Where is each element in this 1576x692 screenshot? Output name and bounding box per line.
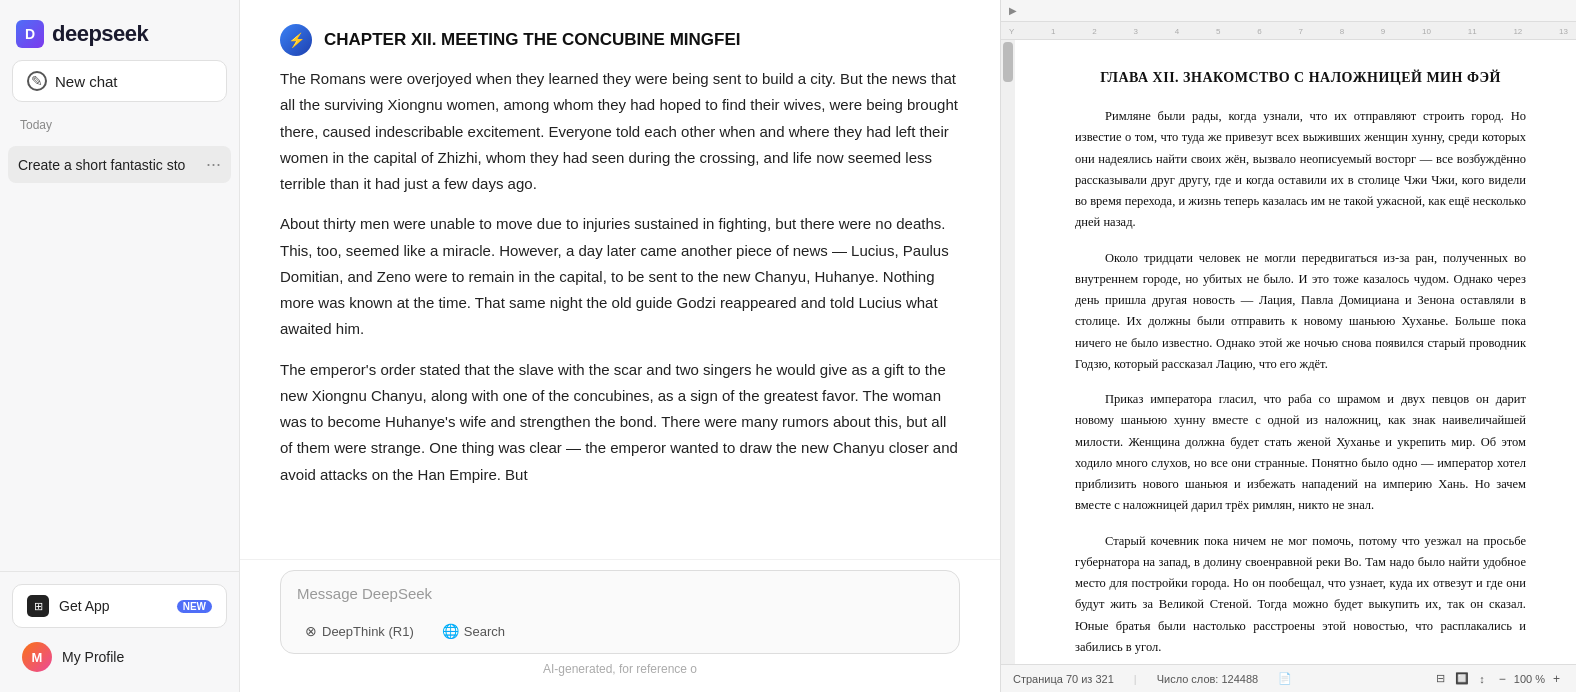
- ruler-bar: Y 1 2 3 4 5 6 7 8 9 10 11 12 13: [1001, 22, 1576, 40]
- chat-input-area: Message DeepSeek ⊗ DeepThink (R1) 🌐 Sear…: [240, 559, 1000, 692]
- zoom-level: 100 %: [1514, 673, 1545, 685]
- status-right: ⊟ 🔲 ↕ − 100 % +: [1436, 671, 1564, 687]
- ruler-marks: Y 1 2 3 4 5 6 7 8 9 10 11 12 13: [1009, 26, 1568, 35]
- ruler-mark-2: 2: [1092, 26, 1096, 35]
- zoom-in-button[interactable]: +: [1549, 671, 1564, 687]
- profile-label: My Profile: [62, 649, 124, 665]
- doc-paragraph-2: Около тридцати человек не могли передвиг…: [1075, 248, 1526, 376]
- profile-button[interactable]: M My Profile: [12, 634, 227, 680]
- ruler-mark-9: 9: [1381, 26, 1385, 35]
- search-label: Search: [464, 624, 505, 639]
- ruler-mark-3: 3: [1134, 26, 1138, 35]
- new-chat-label: New chat: [55, 73, 118, 90]
- vertical-scrollbar[interactable]: [1001, 40, 1015, 664]
- doc-paragraph-4: Старый кочевник пока ничем не мог помочь…: [1075, 531, 1526, 659]
- deepthink-icon: ⊗: [305, 623, 317, 639]
- deepthink-label: DeepThink (R1): [322, 624, 414, 639]
- word-count: Число слов: 124488: [1157, 673, 1259, 685]
- chat-item-more-icon[interactable]: ···: [206, 154, 221, 175]
- doc-paragraph-1: Римляне были рады, когда узнали, что их …: [1075, 106, 1526, 234]
- ruler-mark-8: 8: [1340, 26, 1344, 35]
- get-app-button[interactable]: ⊞ Get App NEW: [12, 584, 227, 628]
- sidebar: D deepseek ✎ New chat Today Create a sho…: [0, 0, 240, 692]
- zoom-icon-3: ↕: [1479, 673, 1485, 685]
- message-header: ⚡ CHAPTER XII. MEETING THE CONCUBINE MIN…: [280, 24, 960, 56]
- paragraph-1: The Romans were overjoyed when they lear…: [280, 66, 960, 197]
- today-section-label: Today: [12, 114, 227, 138]
- chat-content: ⚡ CHAPTER XII. MEETING THE CONCUBINE MIN…: [240, 0, 1000, 559]
- message-chapter-title: CHAPTER XII. MEETING THE CONCUBINE MINGF…: [324, 30, 741, 50]
- paragraph-2: About thirty men were unable to move due…: [280, 211, 960, 342]
- chat-list: Create a short fantastic sto ···: [0, 146, 239, 571]
- ruler-mark-7: 7: [1298, 26, 1302, 35]
- main-chat-area: ⚡ CHAPTER XII. MEETING THE CONCUBINE MIN…: [240, 0, 1000, 692]
- scrollbar-thumb[interactable]: [1003, 42, 1013, 82]
- ruler-mark-10: 10: [1422, 26, 1431, 35]
- logo-text: deepseek: [52, 21, 148, 47]
- chat-item-text: Create a short fantastic sto: [18, 157, 202, 173]
- input-placeholder-text: Message DeepSeek: [297, 585, 943, 609]
- avatar: M: [22, 642, 52, 672]
- zoom-controls: − 100 % +: [1495, 671, 1564, 687]
- doc-paragraph-3: Приказ императора гласил, что раба со шр…: [1075, 389, 1526, 517]
- zoom-icon-2: 🔲: [1455, 672, 1469, 685]
- ruler-mark-11: 11: [1468, 26, 1477, 35]
- ai-reference-note: AI-generated, for reference o: [280, 662, 960, 676]
- ruler-mark-12: 12: [1513, 26, 1522, 35]
- zoom-icon-1: ⊟: [1436, 672, 1445, 685]
- doc-chapter-title: ГЛАВА XII. ЗНАКОМСТВО С НАЛОЖНИЦЕЙ МИН Ф…: [1075, 70, 1526, 86]
- input-toolbar: ⊗ DeepThink (R1) 🌐 Search: [297, 619, 943, 643]
- new-chat-button[interactable]: ✎ New chat: [12, 60, 227, 102]
- new-badge: NEW: [177, 600, 212, 613]
- doc-content: ГЛАВА XII. ЗНАКОМСТВО С НАЛОЖНИЦЕЙ МИН Ф…: [1015, 40, 1576, 664]
- doc-status-bar: Страница 70 из 321 | Число слов: 124488 …: [1001, 664, 1576, 692]
- search-icon: 🌐: [442, 623, 459, 639]
- deepseek-logo-icon: D: [16, 20, 44, 48]
- ruler-mark-y: Y: [1009, 26, 1014, 35]
- logo-area: D deepseek: [12, 12, 227, 60]
- paragraph-3: The emperor's order stated that the slav…: [280, 357, 960, 488]
- deepthink-button[interactable]: ⊗ DeepThink (R1): [297, 619, 422, 643]
- get-app-label: Get App: [59, 598, 110, 614]
- ruler-mark-4: 4: [1175, 26, 1179, 35]
- ai-avatar: ⚡: [280, 24, 312, 56]
- input-box: Message DeepSeek ⊗ DeepThink (R1) 🌐 Sear…: [280, 570, 960, 654]
- chat-item[interactable]: Create a short fantastic sto ···: [8, 146, 231, 183]
- ruler-mark-6: 6: [1257, 26, 1261, 35]
- ruler-mark-5: 5: [1216, 26, 1220, 35]
- search-button[interactable]: 🌐 Search: [434, 619, 513, 643]
- zoom-out-button[interactable]: −: [1495, 671, 1510, 687]
- message-body: The Romans were overjoyed when they lear…: [280, 66, 960, 488]
- doc-toolbar-spacer: ▶: [1009, 5, 1017, 16]
- ruler-mark-1: 1: [1051, 26, 1055, 35]
- page-info: Страница 70 из 321: [1013, 673, 1114, 685]
- document-panel: ▶ Y 1 2 3 4 5 6 7 8 9 10 11 12 13 ГЛАВА …: [1000, 0, 1576, 692]
- ruler-mark-13: 13: [1559, 26, 1568, 35]
- doc-toolbar: ▶: [1001, 0, 1576, 22]
- new-chat-icon: ✎: [27, 71, 47, 91]
- message-block: ⚡ CHAPTER XII. MEETING THE CONCUBINE MIN…: [280, 24, 960, 488]
- app-icon: ⊞: [27, 595, 49, 617]
- doc-main-layout: ГЛАВА XII. ЗНАКОМСТВО С НАЛОЖНИЦЕЙ МИН Ф…: [1001, 40, 1576, 664]
- sidebar-bottom: ⊞ Get App NEW M My Profile: [0, 571, 239, 692]
